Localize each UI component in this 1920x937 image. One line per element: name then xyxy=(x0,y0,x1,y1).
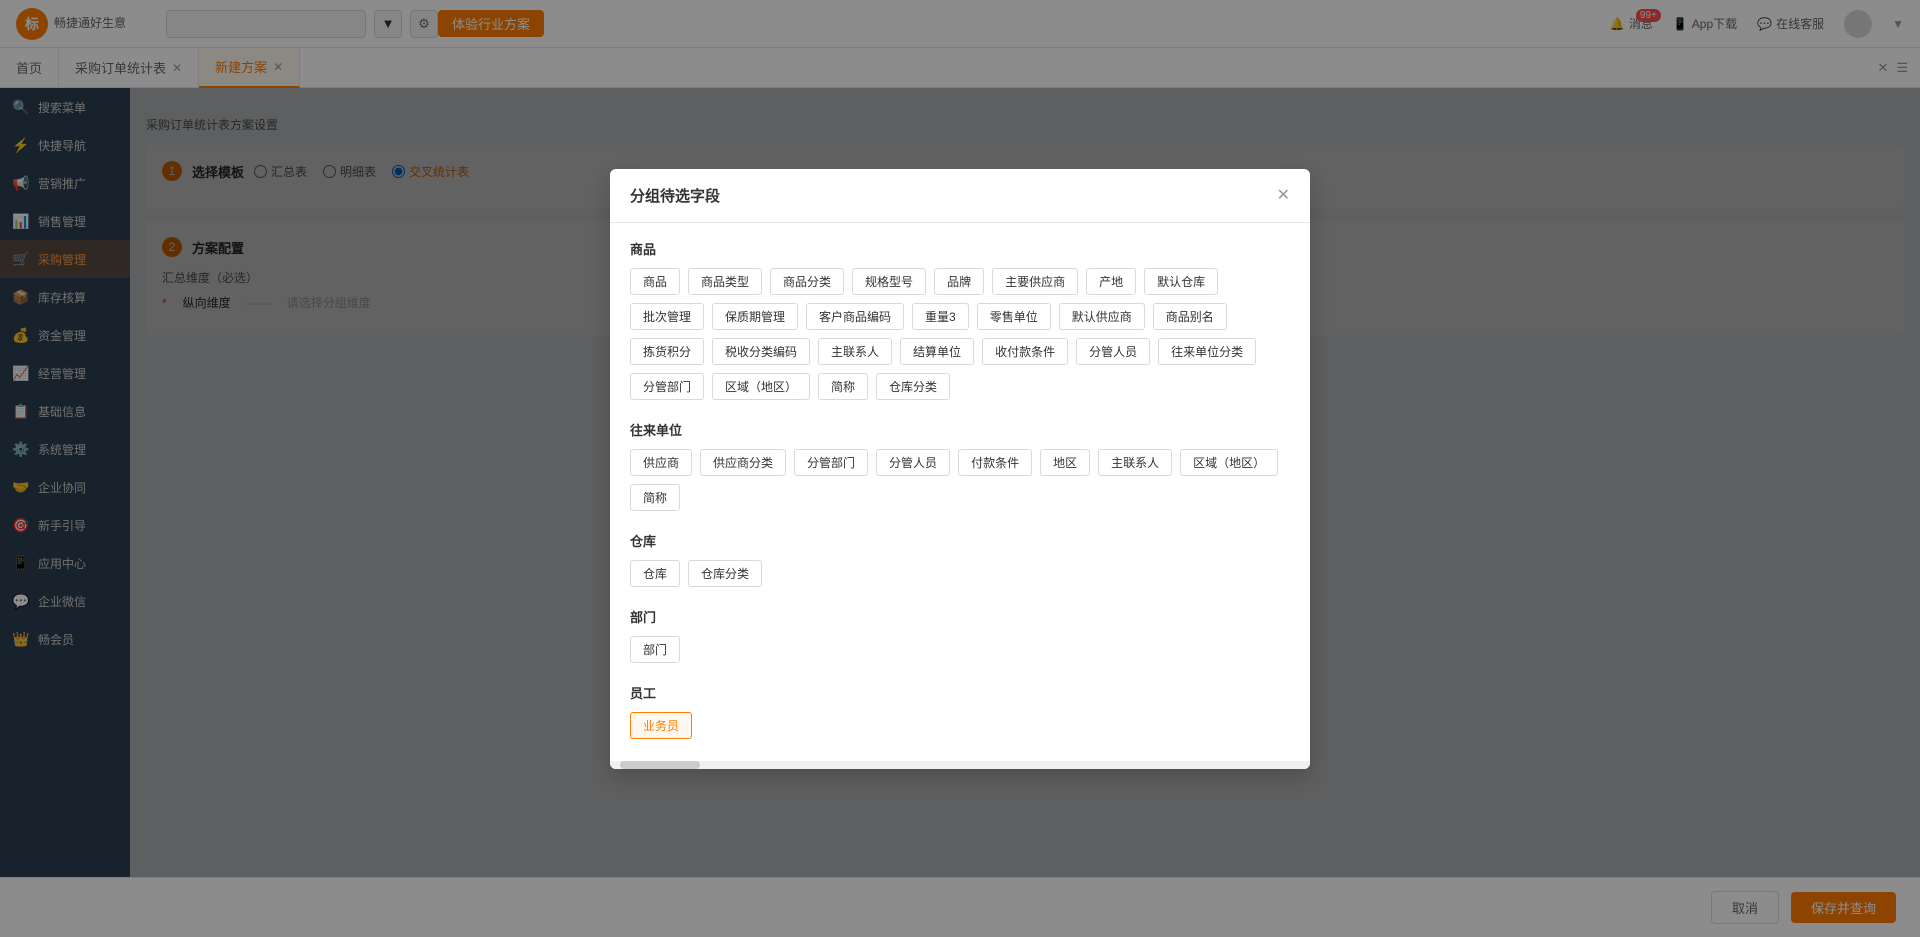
partner-section-title: 往来单位 xyxy=(630,420,1290,439)
field-chip[interactable]: 区域（地区） xyxy=(712,373,810,400)
field-chip[interactable]: 保质期管理 xyxy=(712,303,798,330)
field-chip[interactable]: 主要供应商 xyxy=(992,268,1078,295)
product-section-title: 商品 xyxy=(630,239,1290,258)
field-chip[interactable]: 零售单位 xyxy=(977,303,1051,330)
field-chip[interactable]: 收付款条件 xyxy=(982,338,1068,365)
field-chip[interactable]: 简称 xyxy=(818,373,868,400)
field-chip[interactable]: 主联系人 xyxy=(818,338,892,365)
partner-chips: 供应商供应商分类分管部门分管人员付款条件地区主联系人区域（地区） 简称 xyxy=(630,449,1290,511)
department-section: 部门 部门 xyxy=(630,607,1290,663)
field-chip[interactable]: 默认供应商 xyxy=(1059,303,1145,330)
field-chip[interactable]: 供应商 xyxy=(630,449,692,476)
department-chips: 部门 xyxy=(630,636,1290,663)
modal-hscroll-thumb xyxy=(620,761,700,769)
field-chip[interactable]: 税收分类编码 xyxy=(712,338,810,365)
modal-close-button[interactable]: ✕ xyxy=(1277,185,1290,205)
field-chip[interactable]: 品牌 xyxy=(934,268,984,295)
field-chip[interactable]: 商品 xyxy=(630,268,680,295)
field-selection-modal: 分组待选字段 ✕ 商品 商品商品类型商品分类规格型号品牌主要供应商产地默认仓库批… xyxy=(610,169,1310,769)
field-chip[interactable]: 区域（地区） xyxy=(1180,449,1278,476)
field-chip[interactable]: 批次管理 xyxy=(630,303,704,330)
product-chips: 商品商品类型商品分类规格型号品牌主要供应商产地默认仓库批次管理保质期管理客户商品… xyxy=(630,268,1290,400)
field-chip[interactable]: 拣货积分 xyxy=(630,338,704,365)
warehouse-section-title: 仓库 xyxy=(630,531,1290,550)
field-chip[interactable]: 主联系人 xyxy=(1098,449,1172,476)
field-chip[interactable]: 部门 xyxy=(630,636,680,663)
field-chip[interactable]: 业务员 xyxy=(630,712,692,739)
field-chip[interactable]: 商品类型 xyxy=(688,268,762,295)
field-chip[interactable]: 付款条件 xyxy=(958,449,1032,476)
field-chip[interactable]: 分管部门 xyxy=(630,373,704,400)
field-chip[interactable]: 规格型号 xyxy=(852,268,926,295)
field-chip[interactable]: 往来单位分类 xyxy=(1158,338,1256,365)
field-chip[interactable]: 分管部门 xyxy=(794,449,868,476)
modal-title: 分组待选字段 xyxy=(630,185,720,206)
field-chip[interactable]: 仓库分类 xyxy=(876,373,950,400)
field-chip[interactable]: 产地 xyxy=(1086,268,1136,295)
field-chip[interactable]: 结算单位 xyxy=(900,338,974,365)
field-chip[interactable]: 默认仓库 xyxy=(1144,268,1218,295)
modal-overlay: 分组待选字段 ✕ 商品 商品商品类型商品分类规格型号品牌主要供应商产地默认仓库批… xyxy=(0,0,1920,937)
modal-horizontal-scrollbar[interactable] xyxy=(610,761,1310,769)
field-chip[interactable]: 客户商品编码 xyxy=(806,303,904,330)
field-chip[interactable]: 地区 xyxy=(1040,449,1090,476)
field-chip[interactable]: 商品分类 xyxy=(770,268,844,295)
employee-chips: 业务员 xyxy=(630,712,1290,739)
modal-body[interactable]: 商品 商品商品类型商品分类规格型号品牌主要供应商产地默认仓库批次管理保质期管理客… xyxy=(610,223,1310,761)
warehouse-section: 仓库 仓库仓库分类 xyxy=(630,531,1290,587)
field-chip[interactable]: 仓库 xyxy=(630,560,680,587)
product-section: 商品 商品商品类型商品分类规格型号品牌主要供应商产地默认仓库批次管理保质期管理客… xyxy=(630,239,1290,400)
warehouse-chips: 仓库仓库分类 xyxy=(630,560,1290,587)
field-chip[interactable]: 商品别名 xyxy=(1153,303,1227,330)
employee-section-title: 员工 xyxy=(630,683,1290,702)
employee-section: 员工 业务员 xyxy=(630,683,1290,739)
field-chip[interactable]: 仓库分类 xyxy=(688,560,762,587)
department-section-title: 部门 xyxy=(630,607,1290,626)
field-chip[interactable]: 简称 xyxy=(630,484,680,511)
field-chip[interactable]: 重量3 xyxy=(912,303,969,330)
field-chip[interactable]: 供应商分类 xyxy=(700,449,786,476)
modal-header: 分组待选字段 ✕ xyxy=(610,169,1310,223)
field-chip[interactable]: 分管人员 xyxy=(876,449,950,476)
field-chip[interactable]: 分管人员 xyxy=(1076,338,1150,365)
partner-section: 往来单位 供应商供应商分类分管部门分管人员付款条件地区主联系人区域（地区） 简称 xyxy=(630,420,1290,511)
